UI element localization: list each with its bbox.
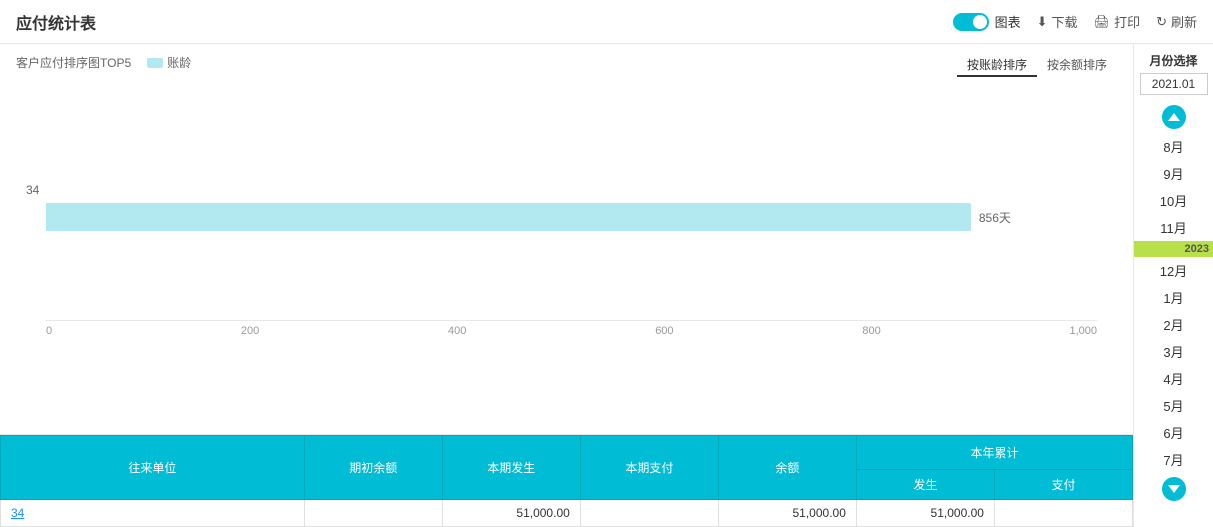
chart-toggle[interactable] — [953, 13, 989, 31]
x-axis: 0 200 400 600 800 1,000 — [46, 320, 1097, 337]
print-icon: 🖨 — [1094, 14, 1111, 30]
x-tick-800: 800 — [862, 325, 880, 337]
x-tick-200: 200 — [241, 325, 259, 337]
cell-weilai[interactable]: 34 — [1, 500, 305, 527]
col-header-leiji-zhif: 支付 — [994, 470, 1132, 500]
cell-qichu — [304, 500, 442, 527]
bar-row: 856天 — [46, 203, 1097, 231]
sort-by-age-button[interactable]: 按账龄排序 — [957, 54, 1037, 77]
bar-fill — [46, 203, 971, 231]
table-body: 34 51,000.00 51,000.00 51,000.00 — [1, 500, 1133, 527]
month-item[interactable]: 10月 — [1134, 187, 1213, 214]
month-item[interactable]: 6月 — [1134, 419, 1213, 446]
year-tag: 2023 — [1134, 241, 1213, 257]
sidebar-label: 月份选择 — [1149, 52, 1197, 69]
chart-panel: 客户应付排序图TOP5 账龄 按账龄排序 按余额排序 34 — [0, 44, 1133, 527]
cell-yue: 51,000.00 — [718, 500, 856, 527]
download-button[interactable]: ⬇ 下载 — [1037, 12, 1078, 31]
month-list: 8月9月10月11月202312月1月2月3月4月5月6月7月 — [1134, 133, 1213, 473]
legend-chart-label: 客户应付排序图TOP5 — [16, 54, 131, 71]
x-tick-1000: 1,000 — [1069, 325, 1097, 337]
month-item[interactable]: 12月 — [1134, 257, 1213, 284]
legend-dot — [147, 58, 163, 68]
sort-by-balance-button[interactable]: 按余额排序 — [1037, 54, 1117, 77]
x-tick-400: 400 — [448, 325, 466, 337]
col-header-yue: 余额 — [718, 436, 856, 500]
col-header-weilai: 往来单位 — [1, 436, 305, 500]
chart-legend: 客户应付排序图TOP5 账龄 — [16, 54, 1117, 71]
chart-section: 客户应付排序图TOP5 账龄 按账龄排序 按余额排序 34 — [0, 44, 1133, 435]
cell-benqi-fash: 51,000.00 — [442, 500, 580, 527]
month-item[interactable]: 7月 — [1134, 446, 1213, 473]
print-button[interactable]: 🖨 打印 — [1094, 12, 1141, 31]
cell-leiji-fash: 51,000.00 — [856, 500, 994, 527]
col-header-benqi-fash: 本期发生 — [442, 436, 580, 500]
month-item[interactable]: 11月 — [1134, 214, 1213, 241]
table-section: 往来单位 期初余额 本期发生 本期支付 余额 本年累计 发生 支付 — [0, 435, 1133, 527]
month-item[interactable]: 2月 — [1134, 311, 1213, 338]
right-sidebar: 月份选择 8月9月10月11月202312月1月2月3月4月5月6月7月 — [1133, 44, 1213, 527]
chart-toggle-wrap: 图表 — [953, 12, 1021, 31]
month-item[interactable]: 3月 — [1134, 338, 1213, 365]
bar-chart-area: 34 856天 0 200 400 600 800 1,000 — [16, 77, 1117, 357]
legend-bar-item: 账龄 — [147, 54, 191, 71]
content-area: 客户应付排序图TOP5 账龄 按账龄排序 按余额排序 34 — [0, 44, 1213, 527]
sidebar-year-input[interactable] — [1140, 73, 1208, 95]
download-icon: ⬇ — [1037, 14, 1048, 30]
page-title: 应付统计表 — [16, 10, 96, 34]
refresh-button[interactable]: ↻ 刷新 — [1156, 12, 1197, 31]
table-row: 34 51,000.00 51,000.00 51,000.00 — [1, 500, 1133, 527]
table-header-row: 往来单位 期初余额 本期发生 本期支付 余额 本年累计 — [1, 436, 1133, 470]
app-header: 应付统计表 图表 ⬇ 下载 🖨 打印 ↻ 刷新 — [0, 0, 1213, 44]
month-item[interactable]: 8月 — [1134, 133, 1213, 160]
y-axis-label: 34 — [26, 183, 39, 197]
month-item[interactable]: 4月 — [1134, 365, 1213, 392]
month-item[interactable]: 5月 — [1134, 392, 1213, 419]
bar-right-label: 856天 — [979, 209, 1011, 226]
legend-bar-label: 账龄 — [167, 54, 191, 71]
cell-benqi-zhif — [580, 500, 718, 527]
x-tick-600: 600 — [655, 325, 673, 337]
toggle-knob — [973, 15, 987, 29]
sidebar-up-arrow[interactable] — [1162, 105, 1186, 129]
col-header-benqi-zhif: 本期支付 — [580, 436, 718, 500]
cell-leiji-zhif — [994, 500, 1132, 527]
data-table: 往来单位 期初余额 本期发生 本期支付 余额 本年累计 发生 支付 — [0, 435, 1133, 527]
col-header-leiji: 本年累计 — [856, 436, 1132, 470]
month-item[interactable]: 9月 — [1134, 160, 1213, 187]
refresh-icon: ↻ — [1156, 14, 1167, 30]
col-header-qichu: 期初余额 — [304, 436, 442, 500]
toggle-label: 图表 — [995, 12, 1021, 31]
month-item[interactable]: 1月 — [1134, 284, 1213, 311]
header-actions: 图表 ⬇ 下载 🖨 打印 ↻ 刷新 — [953, 12, 1197, 31]
chart-sort-buttons: 按账龄排序 按余额排序 — [957, 54, 1117, 77]
col-header-leiji-fash: 发生 — [856, 470, 994, 500]
x-tick-0: 0 — [46, 325, 52, 337]
sidebar-down-arrow[interactable] — [1162, 477, 1186, 501]
